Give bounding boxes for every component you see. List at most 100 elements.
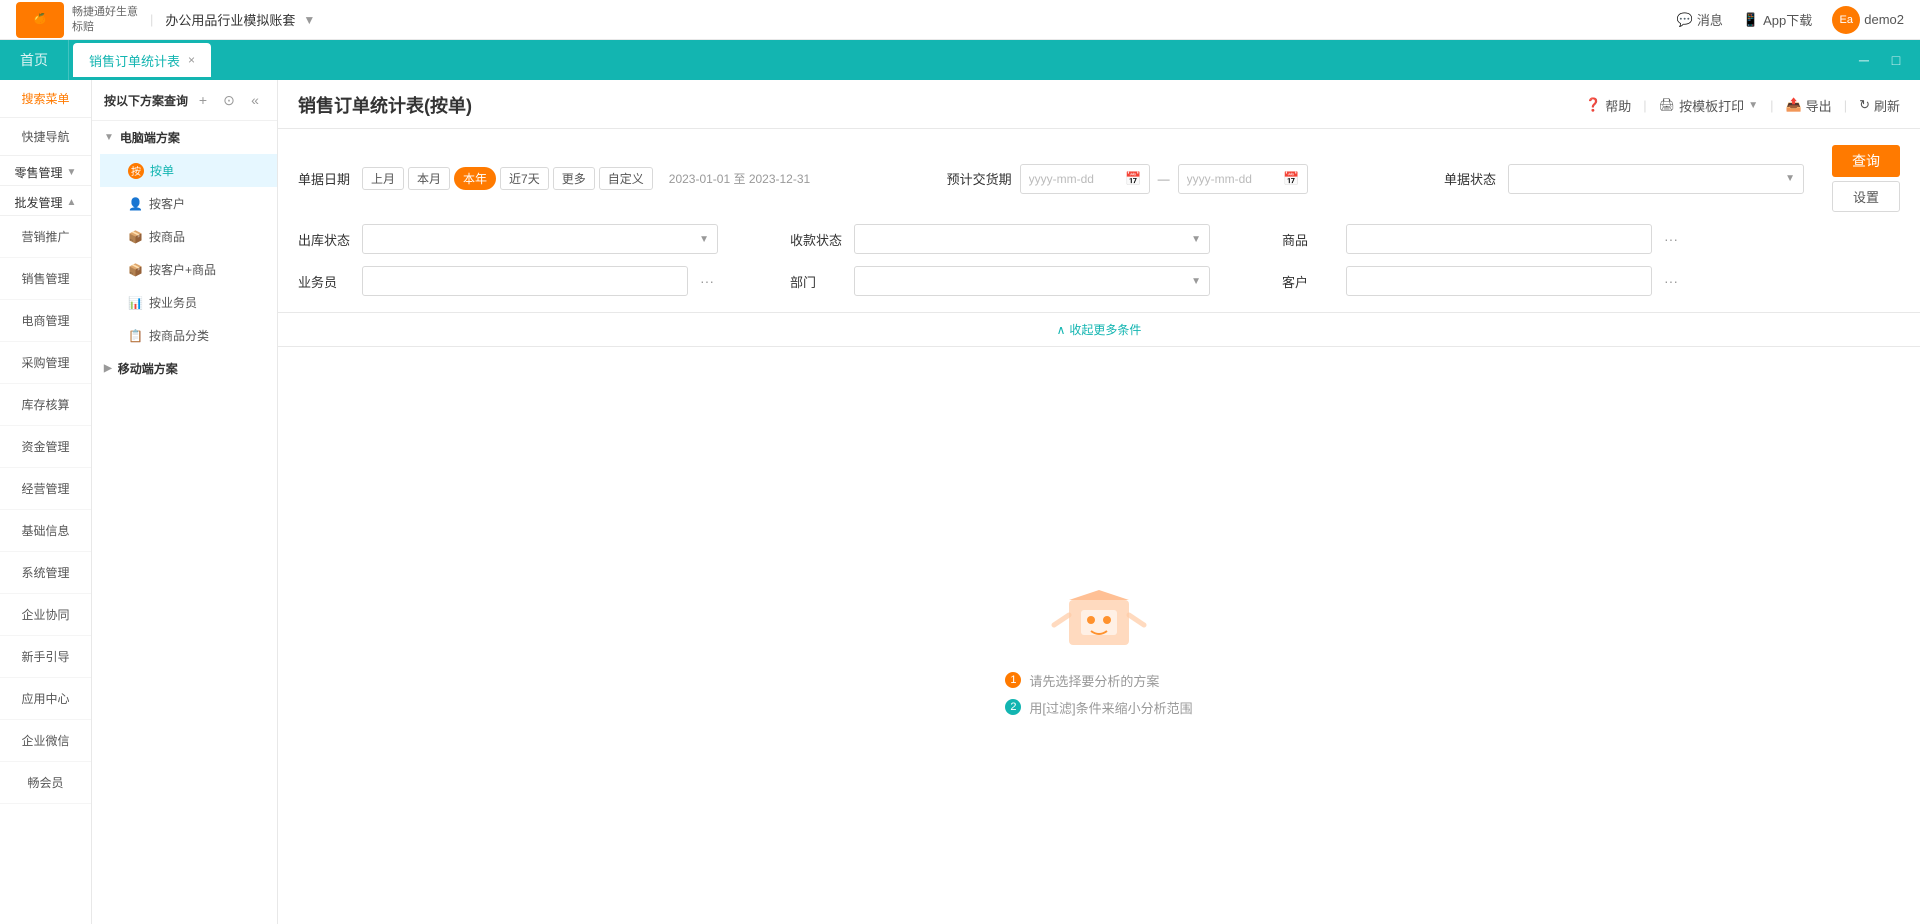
query-settings-btns: 查询 设置 xyxy=(1832,145,1900,212)
left-panel: 按以下方案查询 + ⊙ « ▼ 电脑端方案 按 按单 👤 按客户 xyxy=(92,80,278,924)
tab-sales-order[interactable]: 销售订单统计表 × xyxy=(73,43,211,77)
user-profile[interactable]: Ea demo2 xyxy=(1832,6,1904,34)
help-label: 帮助 xyxy=(1605,96,1631,115)
sidebar-item-retail[interactable]: 零售管理 ▼ xyxy=(0,156,91,186)
bill-status-group: 单据状态 ▼ xyxy=(1444,164,1804,194)
tree-pc-section[interactable]: ▼ 电脑端方案 xyxy=(92,121,277,154)
tree-item-by-customer-goods[interactable]: 📦 按客户+商品 xyxy=(100,253,277,286)
sidebar-item-wxenterprise-label: 企业微信 xyxy=(21,732,69,749)
brand-name: 畅捷通好生意 xyxy=(72,5,138,19)
edit-scheme-btn[interactable]: ⊙ xyxy=(219,90,239,110)
tree-item-by-customer-label: 按客户 xyxy=(149,195,185,212)
goods-more-btn[interactable]: ··· xyxy=(1660,231,1682,247)
tab-maximize-btn[interactable]: □ xyxy=(1884,48,1908,72)
collapse-label: 收起更多条件 xyxy=(1069,321,1141,338)
delivery-status-select[interactable]: ▼ xyxy=(362,224,718,254)
hint-num-2: 2 xyxy=(1005,699,1021,715)
empty-illustration xyxy=(1049,555,1149,655)
filter-row-1: 单据日期 上月 本月 本年 近7天 更多 自定义 2023-01-01 至 20… xyxy=(298,145,1900,212)
add-scheme-btn[interactable]: + xyxy=(193,90,213,110)
empty-state: 1 请先选择要分析的方案 2 用[过滤]条件来缩小分析范围 xyxy=(278,347,1920,924)
sidebar-item-enterprise-label: 企业协同 xyxy=(21,606,69,623)
sidebar-item-wholesale-label: 批发管理 xyxy=(15,194,63,211)
tree-item-by-goods[interactable]: 📦 按商品 xyxy=(100,220,277,253)
expected-date-label: 预计交货期 xyxy=(947,169,1012,188)
app-download-btn[interactable]: 📱 App下载 xyxy=(1743,10,1812,29)
sidebar-item-marketing[interactable]: 营销推广 xyxy=(0,216,91,258)
department-select[interactable]: ▼ xyxy=(854,266,1210,296)
sidebar-item-newbie[interactable]: 新手引导 xyxy=(0,636,91,678)
sidebar-search[interactable]: 搜索菜单 xyxy=(0,80,91,118)
sidebar-item-basicinfo-label: 基础信息 xyxy=(21,522,69,539)
sidebar-item-wxenterprise[interactable]: 企业微信 xyxy=(0,720,91,762)
bill-date-group: 单据日期 上月 本月 本年 近7天 更多 自定义 xyxy=(298,167,653,190)
date-btn-this-month[interactable]: 本月 xyxy=(408,167,450,190)
date-btn-7days[interactable]: 近7天 xyxy=(500,167,549,190)
sidebar-item-appcenter[interactable]: 应用中心 xyxy=(0,678,91,720)
app-dropdown-arrow[interactable]: ▼ xyxy=(303,13,315,27)
export-btn[interactable]: 📤 导出 xyxy=(1785,96,1831,115)
tab-close-icon[interactable]: × xyxy=(188,53,195,67)
sidebar-item-retail-label: 零售管理 xyxy=(15,164,63,181)
date-btns: 上月 本月 本年 近7天 更多 自定义 xyxy=(362,167,653,190)
department-arrow: ▼ xyxy=(1191,276,1201,287)
tree-item-by-category[interactable]: 📋 按商品分类 xyxy=(100,319,277,352)
customer-more-btn[interactable]: ··· xyxy=(1660,273,1682,289)
goods-input[interactable] xyxy=(1346,224,1652,254)
tree-item-by-goods-icon: 📦 xyxy=(128,230,143,244)
tab-minimize-btn[interactable]: ─ xyxy=(1852,48,1876,72)
topbar-left: 🍊 畅捷通好生意 标赔 | 办公用品行业模拟账套 ▼ xyxy=(16,2,315,38)
refresh-icon: ↻ xyxy=(1859,97,1870,113)
user-name: demo2 xyxy=(1864,12,1904,27)
date-btn-more[interactable]: 更多 xyxy=(553,167,595,190)
settings-btn[interactable]: 设置 xyxy=(1832,181,1900,212)
date-range-text: 2023-01-01 至 2023-12-31 xyxy=(669,170,810,187)
sidebar-item-system[interactable]: 系统管理 xyxy=(0,552,91,594)
date-btn-last-month[interactable]: 上月 xyxy=(362,167,404,190)
filter-row-3: 业务员 ··· 部门 ▼ xyxy=(298,266,1900,296)
sidebar-item-finance-label: 资金管理 xyxy=(21,438,69,455)
date-btn-custom[interactable]: 自定义 xyxy=(599,167,653,190)
tree-mobile-label: 移动端方案 xyxy=(118,360,178,377)
department-group: 部门 ▼ xyxy=(790,266,1210,296)
collapse-panel-btn[interactable]: « xyxy=(245,90,265,110)
tree-item-by-salesperson-label: 按业务员 xyxy=(149,294,197,311)
tree-mobile-section[interactable]: ▶ 移动端方案 xyxy=(92,352,277,385)
salesperson-input[interactable] xyxy=(362,266,688,296)
tree-item-by-order[interactable]: 按 按单 xyxy=(100,154,277,187)
sidebar-item-operations[interactable]: 经营管理 xyxy=(0,468,91,510)
sidebar-nav[interactable]: 快捷导航 xyxy=(0,118,91,156)
divider2: | xyxy=(1770,98,1773,113)
template-print-btn[interactable]: 🖨 按模板打印 ▼ xyxy=(1659,96,1758,115)
department-label: 部门 xyxy=(790,272,846,291)
tree-item-by-salesperson[interactable]: 📊 按业务员 xyxy=(100,286,277,319)
message-btn[interactable]: 💬 消息 xyxy=(1677,10,1723,29)
sidebar-item-wholesale[interactable]: 批发管理 ▲ xyxy=(0,186,91,216)
sidebar-item-inventory[interactable]: 库存核算 xyxy=(0,384,91,426)
query-btn[interactable]: 查询 xyxy=(1832,145,1900,177)
sidebar-item-ecommerce[interactable]: 电商管理 xyxy=(0,300,91,342)
filter-area: 单据日期 上月 本月 本年 近7天 更多 自定义 2023-01-01 至 20… xyxy=(278,129,1920,313)
help-btn[interactable]: ❓ 帮助 xyxy=(1585,96,1631,115)
tab-home[interactable]: 首页 xyxy=(0,40,69,80)
tree-item-by-customer[interactable]: 👤 按客户 xyxy=(100,187,277,220)
sidebar-item-enterprise[interactable]: 企业协同 xyxy=(0,594,91,636)
salesperson-more-btn[interactable]: ··· xyxy=(696,273,718,289)
message-icon: 💬 xyxy=(1677,12,1693,28)
sidebar-item-sales[interactable]: 销售管理 xyxy=(0,258,91,300)
sidebar-item-basicinfo[interactable]: 基础信息 xyxy=(0,510,91,552)
customer-input[interactable] xyxy=(1346,266,1652,296)
collapse-btn[interactable]: ∧ 收起更多条件 xyxy=(1057,321,1142,338)
sidebar-item-finance[interactable]: 资金管理 xyxy=(0,426,91,468)
payment-status-select[interactable]: ▼ xyxy=(854,224,1210,254)
sidebar-item-member[interactable]: 畅会员 xyxy=(0,762,91,804)
sidebar-item-purchase[interactable]: 采购管理 xyxy=(0,342,91,384)
main-layout: 搜索菜单 快捷导航 零售管理 ▼ 批发管理 ▲ 营销推广 销售管理 电商管理 采… xyxy=(0,80,1920,924)
export-label: 导出 xyxy=(1806,96,1832,115)
refresh-btn[interactable]: ↻ 刷新 xyxy=(1859,96,1900,115)
expected-date-start-wrap: 📅 xyxy=(1020,164,1150,194)
bill-status-select[interactable]: ▼ xyxy=(1508,164,1804,194)
date-btn-this-year[interactable]: 本年 xyxy=(454,167,496,190)
tree-item-by-order-icon: 按 xyxy=(128,163,144,179)
empty-hint-2: 2 用[过滤]条件来缩小分析范围 xyxy=(1005,698,1192,717)
